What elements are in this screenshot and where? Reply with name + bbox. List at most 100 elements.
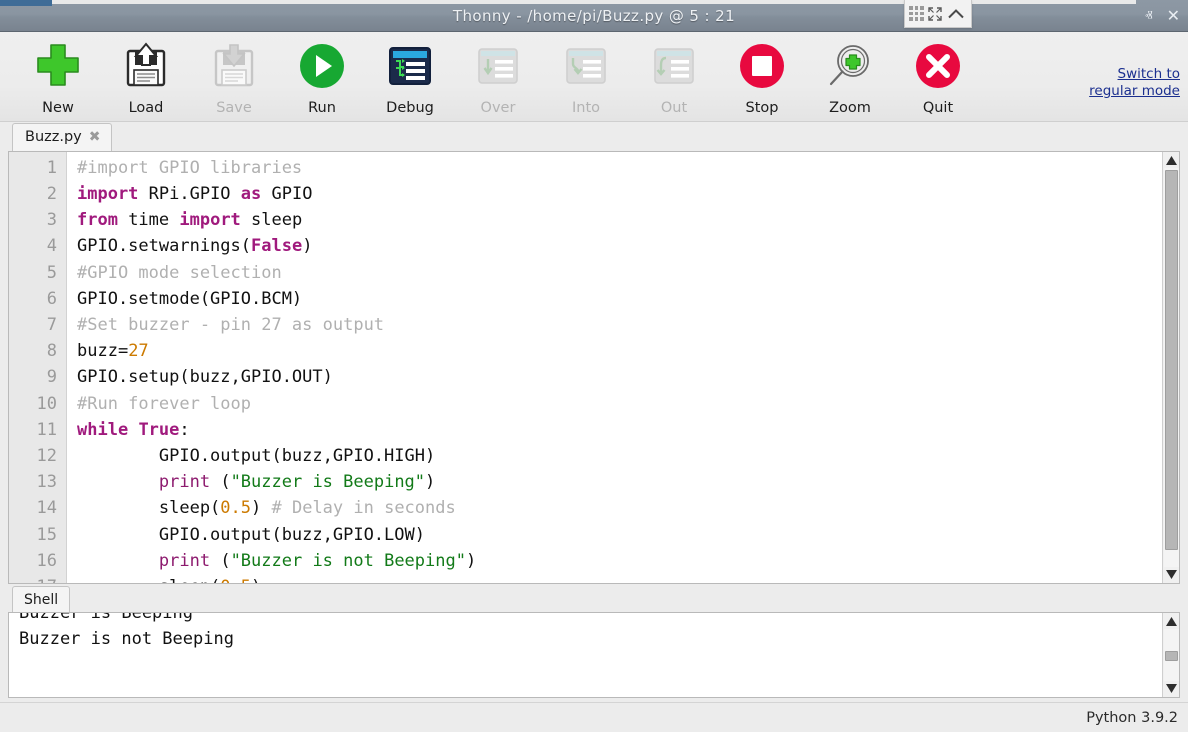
chevron-up-icon[interactable]: [946, 6, 966, 22]
titlebar-accent-left: [0, 0, 52, 6]
scroll-down-arrow-icon[interactable]: [1164, 567, 1179, 582]
debug-button[interactable]: Debug: [366, 36, 454, 122]
close-button[interactable]: ✕: [1167, 8, 1180, 24]
code-line: buzz=27: [77, 338, 1162, 364]
code-token: while: [77, 420, 128, 440]
zoom-button[interactable]: Zoom: [806, 36, 894, 122]
code-token: ): [466, 551, 476, 571]
code-token: #Run forever loop: [77, 394, 251, 414]
line-number: 7: [9, 312, 66, 338]
interpreter-label: Python 3.9.2: [1086, 710, 1178, 726]
title-bar: Thonny - /home/pi/Buzz.py @ 5 : 21 ⱟ ⱏ ✕: [0, 0, 1188, 32]
run-button[interactable]: Run: [278, 36, 366, 122]
line-number: 6: [9, 286, 66, 312]
maximize-button[interactable]: ⱏ: [1145, 9, 1152, 24]
code-token: GPIO.setmode(GPIO.BCM): [77, 289, 302, 309]
code-text-area[interactable]: #import GPIO libraries import RPi.GPIO as…: [67, 152, 1162, 583]
step-into-icon: [560, 40, 612, 94]
code-token: as: [241, 184, 261, 204]
line-number: 9: [9, 364, 66, 390]
code-token: import: [77, 184, 138, 204]
shell-tabstrip: Shell: [8, 584, 1180, 612]
editor-tabstrip: Buzz.py ✖: [8, 122, 1180, 151]
status-bar: Python 3.9.2: [0, 702, 1188, 732]
floating-panel-widget[interactable]: [904, 0, 972, 28]
line-number: 17: [9, 574, 66, 584]
switch-to-regular-mode-link[interactable]: Switch to regular mode: [1084, 66, 1180, 100]
thonny-window: Thonny - /home/pi/Buzz.py @ 5 : 21 ⱟ ⱏ ✕: [0, 0, 1188, 732]
save-button-label: Save: [216, 100, 252, 116]
code-line: #Run forever loop: [77, 391, 1162, 417]
step-into-button-label: Into: [572, 100, 600, 116]
editor-scroll-thumb[interactable]: [1165, 170, 1178, 550]
code-line: #GPIO mode selection: [77, 260, 1162, 286]
code-line: GPIO.setwarnings(False): [77, 233, 1162, 259]
shell-tab[interactable]: Shell: [12, 586, 70, 612]
code-token: 0.5: [220, 577, 251, 583]
shell-scroll-track[interactable]: [1164, 629, 1179, 681]
code-token: print: [159, 551, 210, 571]
scroll-up-arrow-icon[interactable]: [1164, 153, 1179, 168]
debug-button-label: Debug: [386, 100, 434, 116]
code-token: [77, 472, 159, 492]
shell-vertical-scrollbar[interactable]: [1162, 613, 1179, 697]
line-number: 13: [9, 469, 66, 495]
load-floppy-up-icon: [120, 40, 172, 94]
step-into-button[interactable]: Into: [542, 36, 630, 122]
code-token: GPIO.setup(buzz,GPIO.OUT): [77, 367, 333, 387]
code-token: 0.5: [220, 498, 251, 518]
step-over-icon: [472, 40, 524, 94]
shell-line: Buzzer is Beeping: [19, 613, 1162, 626]
shell-line: Buzzer is not Beeping: [19, 626, 1162, 652]
code-token: "Buzzer is Beeping": [231, 472, 425, 492]
shell-text-area[interactable]: Buzzer is Beeping Buzzer is not Beeping: [9, 613, 1162, 697]
code-line: GPIO.setup(buzz,GPIO.OUT): [77, 364, 1162, 390]
code-token: GPIO: [261, 184, 312, 204]
shell-panel: Shell Buzzer is Beeping Buzzer is not Be…: [0, 584, 1188, 702]
editor-tab-buzz-py[interactable]: Buzz.py ✖: [12, 123, 112, 151]
quit-button[interactable]: Quit: [894, 36, 982, 122]
editor-vertical-scrollbar[interactable]: [1162, 152, 1179, 583]
step-out-icon: [648, 40, 700, 94]
expand-arrows-icon[interactable]: [927, 6, 943, 22]
code-token: ): [302, 236, 312, 256]
code-token: (: [210, 472, 230, 492]
code-line: sleep(0.5): [77, 574, 1162, 583]
code-token: RPi.GPIO: [138, 184, 240, 204]
new-button[interactable]: New: [14, 36, 102, 122]
step-out-button[interactable]: Out: [630, 36, 718, 122]
code-line: print ("Buzzer is Beeping"): [77, 469, 1162, 495]
grid-dots-icon[interactable]: [909, 6, 924, 21]
window-controls: ⱟ ⱏ ✕: [1131, 0, 1180, 32]
line-number: 15: [9, 522, 66, 548]
zoom-button-label: Zoom: [829, 100, 871, 116]
save-button[interactable]: Save: [190, 36, 278, 122]
code-token: 27: [128, 341, 148, 361]
step-over-button-label: Over: [481, 100, 516, 116]
code-token: #import GPIO libraries: [77, 158, 302, 178]
step-over-button[interactable]: Over: [454, 36, 542, 122]
line-number-gutter: 1234567891011121314151617: [9, 152, 67, 583]
save-floppy-down-icon: [208, 40, 260, 94]
run-button-label: Run: [308, 100, 336, 116]
shell-output[interactable]: Buzzer is Beeping Buzzer is not Beeping: [8, 612, 1180, 698]
code-line: sleep(0.5) # Delay in seconds: [77, 495, 1162, 521]
code-token: "Buzzer is not Beeping": [231, 551, 466, 571]
shell-scroll-down-arrow-icon[interactable]: [1164, 681, 1179, 696]
code-token: from: [77, 210, 118, 230]
editor-scroll-track[interactable]: [1164, 168, 1179, 567]
code-token: GPIO.setwarnings(: [77, 236, 251, 256]
line-number: 3: [9, 207, 66, 233]
code-editor[interactable]: 1234567891011121314151617 #import GPIO l…: [8, 151, 1180, 584]
shell-scroll-thumb[interactable]: [1165, 651, 1178, 661]
code-token: sleep(: [77, 498, 220, 518]
code-line: GPIO.setmode(GPIO.BCM): [77, 286, 1162, 312]
load-button[interactable]: Load: [102, 36, 190, 122]
code-token: :: [179, 420, 189, 440]
close-tab-icon[interactable]: ✖: [89, 130, 101, 144]
line-number: 10: [9, 391, 66, 417]
code-token: # Delay in seconds: [272, 498, 456, 518]
shell-tab-label: Shell: [24, 592, 58, 608]
shell-scroll-up-arrow-icon[interactable]: [1164, 614, 1179, 629]
stop-button[interactable]: Stop: [718, 36, 806, 122]
